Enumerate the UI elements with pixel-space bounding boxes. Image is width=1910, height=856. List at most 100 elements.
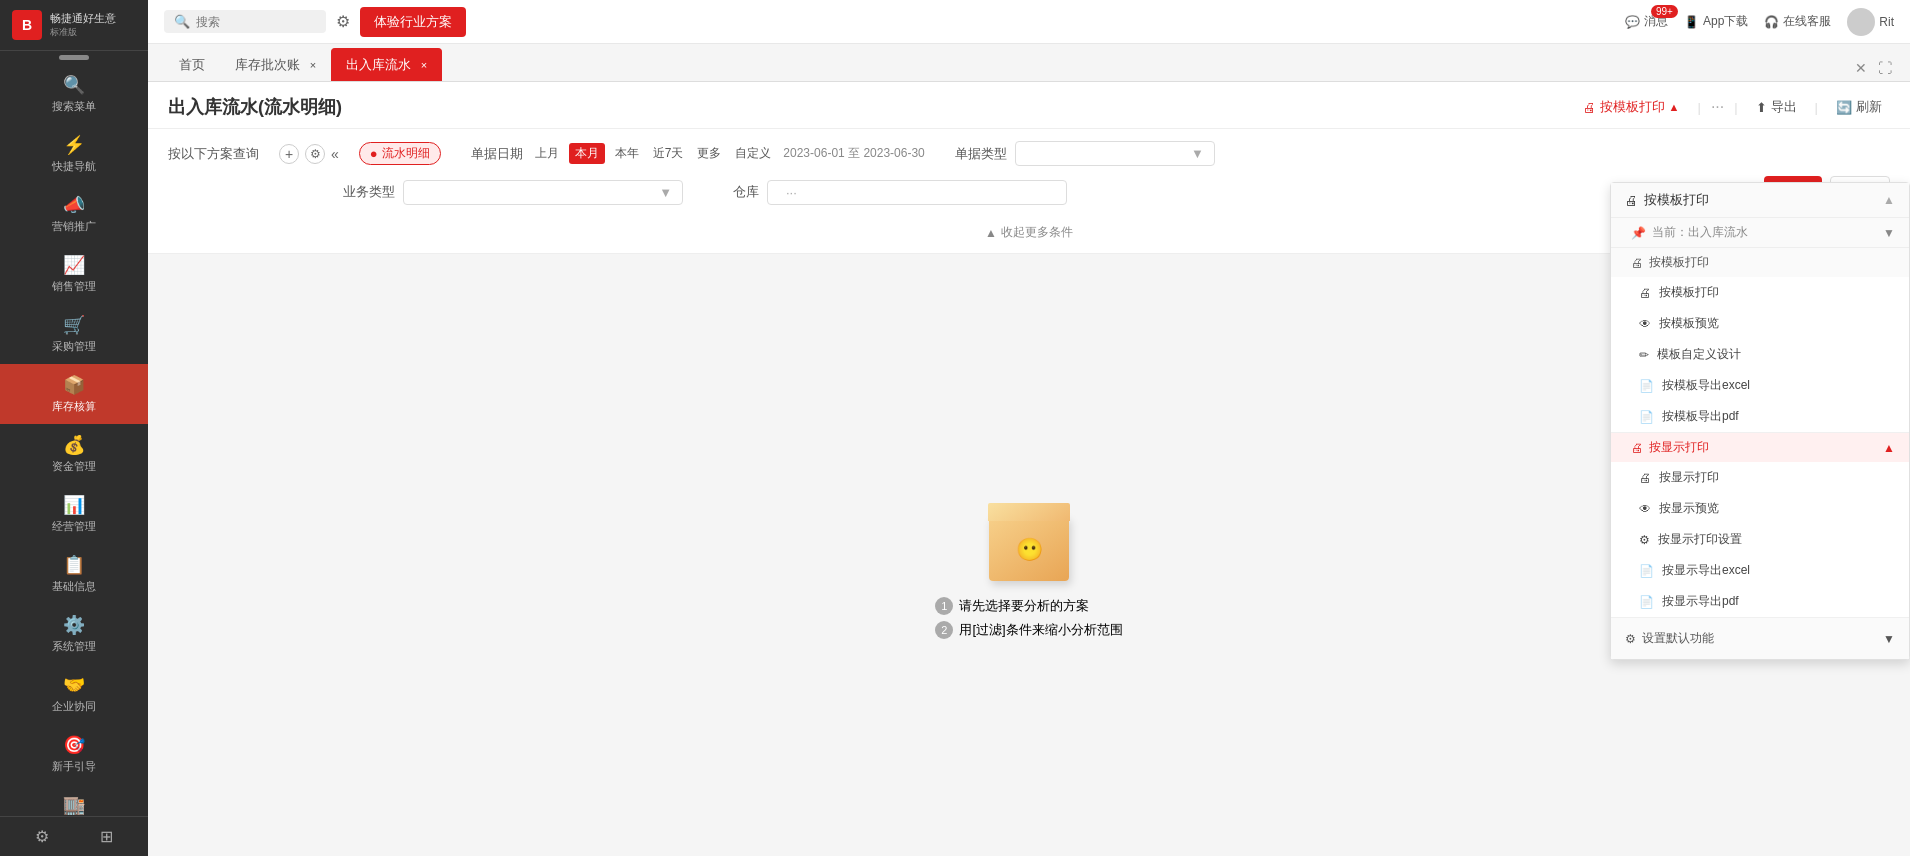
sidebar-collapse-btn[interactable]: ⊞ xyxy=(100,827,113,846)
window-close-btn[interactable]: ✕ xyxy=(1852,59,1870,77)
display-export-pdf-item[interactable]: 📄 按显示导出pdf xyxy=(1611,586,1909,617)
warehouse-group: 仓库 ··· xyxy=(733,180,1067,205)
warehouse-select[interactable]: ··· xyxy=(767,180,1067,205)
refresh-icon: 🔄 xyxy=(1836,100,1852,115)
empty-illustration: 😶 xyxy=(969,471,1089,581)
dropdown-header[interactable]: 🖨 按模板打印 ▲ xyxy=(1611,183,1909,218)
display-pdf-label: 按显示导出pdf xyxy=(1662,593,1739,610)
date-option-this-year[interactable]: 本年 xyxy=(611,143,643,164)
template-print-item-icon: 🖨 xyxy=(1639,286,1651,300)
export-btn[interactable]: ⬆ 导出 xyxy=(1748,94,1805,120)
page-header: 出入库流水(流水明细) 🖨 按模板打印 ▲ | ··· | ⬆ 导出 | xyxy=(148,82,1910,129)
sidebar-item-sales[interactable]: 📈 销售管理 xyxy=(0,244,148,304)
trial-button[interactable]: 体验行业方案 xyxy=(360,7,466,37)
display-pdf-icon: 📄 xyxy=(1639,595,1654,609)
display-print-section-header[interactable]: 🖨 按显示打印 ▲ xyxy=(1611,433,1909,462)
chevron-down-icon: ▼ xyxy=(1191,146,1204,161)
date-option-last-7[interactable]: 近7天 xyxy=(649,143,688,164)
sidebar-item-guide[interactable]: 🎯 新手引导 xyxy=(0,724,148,784)
display-excel-label: 按显示导出excel xyxy=(1662,562,1750,579)
action-more-icon[interactable]: ··· xyxy=(1711,98,1724,116)
date-filter-group: 单据日期 上月 本月 本年 近7天 更多 自定义 2023-06-01 至 20… xyxy=(471,143,925,164)
template-export-excel-item[interactable]: 📄 按模板导出excel xyxy=(1611,370,1909,401)
tab-batch-account[interactable]: 库存批次账 × xyxy=(220,48,331,81)
user-name: Rit xyxy=(1879,15,1894,29)
template-section-title: 按模板打印 xyxy=(1649,254,1709,271)
date-option-last-month[interactable]: 上月 xyxy=(531,143,563,164)
appstore-icon: 🏬 xyxy=(63,794,85,816)
action-divider-3: | xyxy=(1815,100,1818,115)
step-1-num: 1 xyxy=(935,597,953,615)
filter-tag-label: 流水明细 xyxy=(382,145,430,162)
dropdown-title-text: 按模板打印 xyxy=(1644,191,1709,209)
sidebar-item-search[interactable]: 🔍 搜索菜单 xyxy=(0,64,148,124)
template-export-pdf-item[interactable]: 📄 按模板导出pdf xyxy=(1611,401,1909,432)
date-option-current-month[interactable]: 本月 xyxy=(569,143,605,164)
sidebar-marketing-label: 营销推广 xyxy=(52,219,96,234)
sidebar-item-inventory[interactable]: 📦 库存核算 xyxy=(0,364,148,424)
printer-icon: 🖨 xyxy=(1583,100,1596,115)
template-print-btn[interactable]: 🖨 按模板打印 ▲ xyxy=(1575,94,1688,120)
sidebar-purchase-label: 采购管理 xyxy=(52,339,96,354)
sidebar-item-basic[interactable]: 📋 基础信息 xyxy=(0,544,148,604)
template-print-item-label: 按模板打印 xyxy=(1659,284,1719,301)
sidebar-operation-label: 经营管理 xyxy=(52,519,96,534)
topbar-search-box[interactable]: 🔍 xyxy=(164,10,326,33)
date-range-display: 2023-06-01 至 2023-06-30 xyxy=(783,145,924,162)
message-btn[interactable]: 💬 消息 99+ xyxy=(1625,13,1668,30)
filter-add-button[interactable]: + xyxy=(279,144,299,164)
sidebar-settings-btn[interactable]: ⚙ xyxy=(35,827,49,846)
display-preview-item[interactable]: 👁 按显示预览 xyxy=(1611,493,1909,524)
tabs-bar: 首页 库存批次账 × 出入库流水 × ✕ ⛶ xyxy=(148,44,1910,82)
date-option-custom[interactable]: 自定义 xyxy=(731,143,775,164)
current-label-group: 📌 当前：出入库流水 xyxy=(1631,224,1748,241)
empty-step-2: 2 用[过滤]条件来缩小分析范围 xyxy=(935,621,1122,639)
display-preview-icon: 👁 xyxy=(1639,502,1651,516)
display-print-item[interactable]: 🖨 按显示打印 xyxy=(1611,462,1909,493)
sidebar-item-operation[interactable]: 📊 经营管理 xyxy=(0,484,148,544)
logo-sub: 标准版 xyxy=(50,26,116,39)
template-excel-icon: 📄 xyxy=(1639,379,1654,393)
sidebar-item-marketing[interactable]: 📣 营销推广 xyxy=(0,184,148,244)
user-avatar-btn[interactable]: Rit xyxy=(1847,8,1894,36)
tab-flow[interactable]: 出入库流水 × xyxy=(331,48,442,81)
date-option-more[interactable]: 更多 xyxy=(693,143,725,164)
display-print-item-icon: 🖨 xyxy=(1639,471,1651,485)
filter-setting-button[interactable]: ⚙ xyxy=(305,144,325,164)
template-custom-item[interactable]: ✏ 模板自定义设计 xyxy=(1611,339,1909,370)
template-print-section-header[interactable]: 🖨 按模板打印 xyxy=(1611,248,1909,277)
sidebar-item-finance[interactable]: 💰 资金管理 xyxy=(0,424,148,484)
tab-batch-account-close[interactable]: × xyxy=(310,59,316,71)
sidebar-item-corp[interactable]: 🤝 企业协同 xyxy=(0,664,148,724)
tab-flow-close[interactable]: × xyxy=(421,59,427,71)
template-print-item[interactable]: 🖨 按模板打印 xyxy=(1611,277,1909,308)
dropdown-footer: ⚙ 设置默认功能 ▼ xyxy=(1611,618,1909,659)
sidebar-sales-label: 销售管理 xyxy=(52,279,96,294)
search-input[interactable] xyxy=(196,15,316,29)
online-service-btn[interactable]: 🎧 在线客服 xyxy=(1764,13,1831,30)
topbar-gear-icon[interactable]: ⚙ xyxy=(336,12,350,31)
default-label: 设置默认功能 xyxy=(1642,630,1714,647)
template-print-section: 🖨 按模板打印 🖨 按模板打印 👁 按模板预览 ✏ 模板自定义设 xyxy=(1611,248,1909,433)
display-export-excel-item[interactable]: 📄 按显示导出excel xyxy=(1611,555,1909,586)
collapse-more-label: 收起更多条件 xyxy=(1001,224,1073,241)
doc-type-select[interactable]: ▼ xyxy=(1015,141,1215,166)
refresh-btn[interactable]: 🔄 刷新 xyxy=(1828,94,1890,120)
sidebar-item-quick-nav[interactable]: ⚡ 快捷导航 xyxy=(0,124,148,184)
doc-type-group: 单据类型 ▼ xyxy=(955,141,1215,166)
display-print-settings-item[interactable]: ⚙ 按显示打印设置 xyxy=(1611,524,1909,555)
app-download-btn[interactable]: 📱 App下载 xyxy=(1684,13,1748,30)
window-maximize-btn[interactable]: ⛶ xyxy=(1876,59,1894,77)
template-preview-item[interactable]: 👁 按模板预览 xyxy=(1611,308,1909,339)
tab-home[interactable]: 首页 xyxy=(164,48,220,81)
sidebar-item-system[interactable]: ⚙️ 系统管理 xyxy=(0,604,148,664)
filter-collapse-button[interactable]: « xyxy=(331,146,339,162)
template-custom-icon: ✏ xyxy=(1639,348,1649,362)
topbar-right: 💬 消息 99+ 📱 App下载 🎧 在线客服 Rit xyxy=(1625,8,1894,36)
biz-type-select[interactable]: ▼ xyxy=(403,180,683,205)
sidebar-item-appstore[interactable]: 🏬 应用中心 xyxy=(0,784,148,816)
set-default-btn[interactable]: ⚙ 设置默认功能 ▼ xyxy=(1625,624,1895,653)
collapse-more-btn[interactable]: ▲ 收起更多条件 xyxy=(985,224,1073,241)
sidebar-item-purchase[interactable]: 🛒 采购管理 xyxy=(0,304,148,364)
service-label: 在线客服 xyxy=(1783,13,1831,30)
